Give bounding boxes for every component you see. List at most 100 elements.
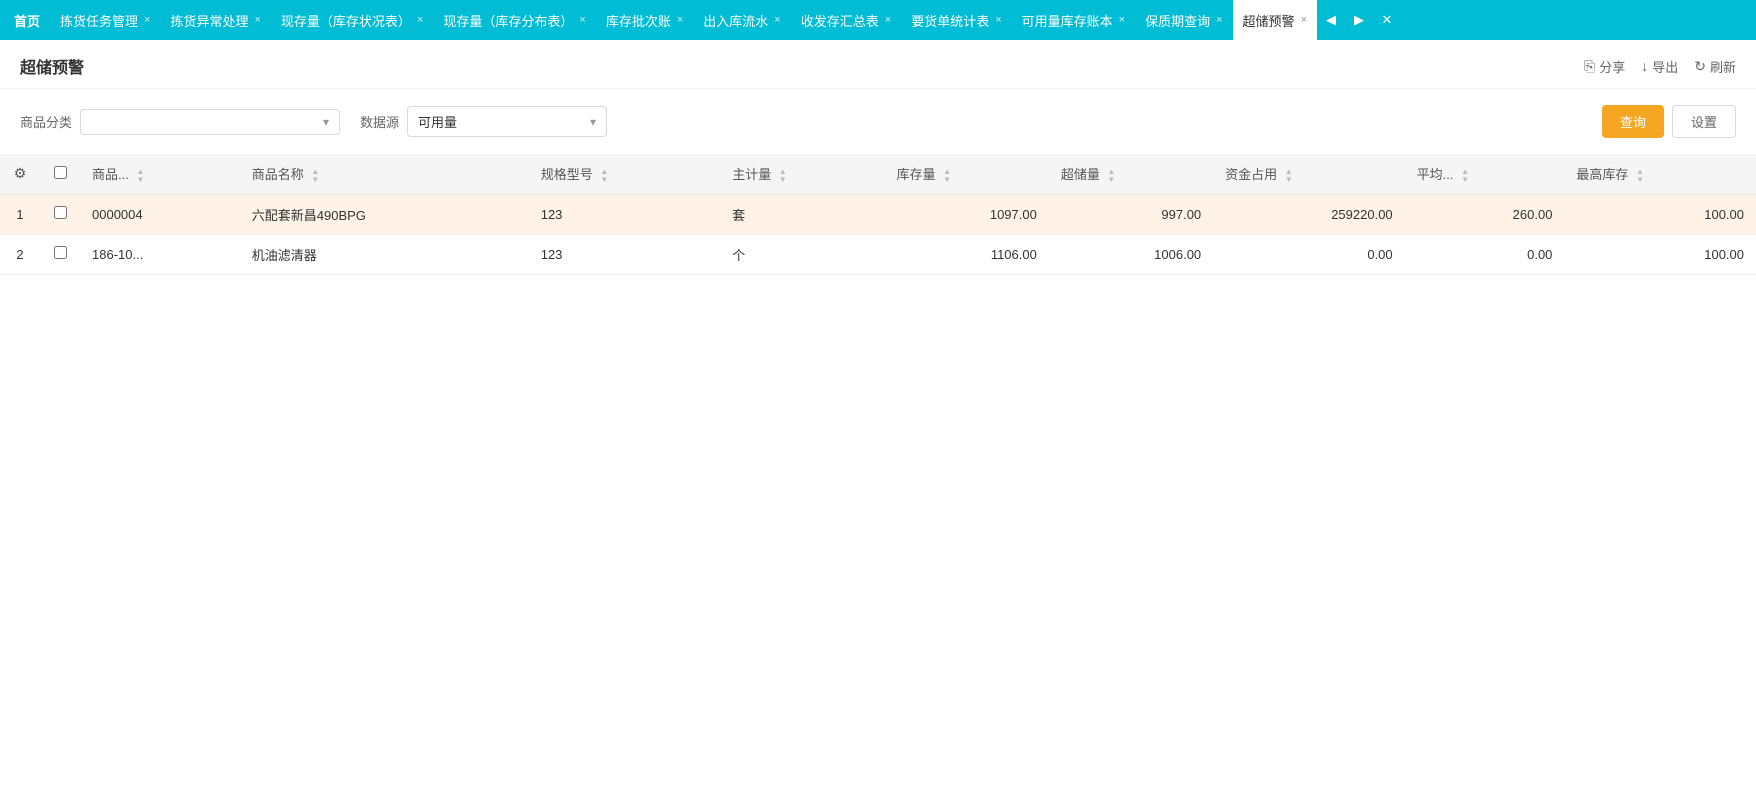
col-unit[interactable]: 主计量 ▲▼ bbox=[720, 154, 884, 194]
row-checkbox[interactable] bbox=[54, 246, 67, 259]
row-avg: 0.00 bbox=[1405, 234, 1565, 274]
row-stock: 1097.00 bbox=[885, 194, 1049, 234]
nav-io-flow[interactable]: 出入库流水 × bbox=[693, 0, 790, 40]
col-maxstock[interactable]: 最高库存 ▲▼ bbox=[1564, 154, 1756, 194]
close-icon[interactable]: × bbox=[1301, 14, 1307, 26]
sort-icon: ▲▼ bbox=[600, 168, 608, 184]
datasource-label: 数据源 bbox=[360, 112, 399, 131]
row-unit: 套 bbox=[720, 194, 884, 234]
close-icon[interactable]: × bbox=[1119, 14, 1125, 26]
close-icon[interactable]: × bbox=[677, 14, 683, 26]
sort-icon: ▲▼ bbox=[1636, 168, 1644, 184]
sort-icon: ▲▼ bbox=[779, 168, 787, 184]
row-gear-cell: 1 bbox=[0, 194, 40, 234]
nav-stock-dist[interactable]: 现存量（库存分布表） × bbox=[433, 0, 595, 40]
data-table: ⚙ 商品... ▲▼ 商品名称 ▲▼ 规格型号 ▲▼ bbox=[0, 154, 1756, 275]
share-icon: ⎘ bbox=[1584, 58, 1595, 75]
close-icon[interactable]: × bbox=[417, 14, 423, 26]
row-spec: 123 bbox=[529, 234, 721, 274]
gear-icon[interactable]: ⚙ bbox=[14, 165, 27, 181]
sort-icon: ▲▼ bbox=[943, 168, 951, 184]
datasource-filter-group: 数据源 可用量 ▾ bbox=[360, 106, 607, 137]
nav-exception[interactable]: 拣货异常处理 × bbox=[160, 0, 270, 40]
table-row: 2 186-10... 机油滤清器 123 个 1106.00 1006.00 … bbox=[0, 234, 1756, 274]
datasource-value: 可用量 bbox=[418, 112, 457, 131]
row-stock: 1106.00 bbox=[885, 234, 1049, 274]
settings-button[interactable]: 设置 bbox=[1672, 105, 1736, 138]
chevron-down-icon: ▾ bbox=[323, 115, 329, 129]
row-name: 六配套新昌490BPG bbox=[240, 194, 529, 234]
row-code: 186-10... bbox=[80, 234, 240, 274]
nav-prev-arrow[interactable]: ◀ bbox=[1317, 0, 1345, 40]
sort-icon: ▲▼ bbox=[1107, 168, 1115, 184]
col-overstock[interactable]: 超储量 ▲▼ bbox=[1049, 154, 1213, 194]
category-filter-group: 商品分类 ▾ bbox=[20, 109, 340, 135]
row-overstock: 1006.00 bbox=[1049, 234, 1213, 274]
close-icon[interactable]: × bbox=[995, 14, 1001, 26]
row-num-cell bbox=[40, 234, 80, 274]
row-unit: 个 bbox=[720, 234, 884, 274]
refresh-icon: ↻ bbox=[1694, 58, 1706, 75]
table-body: 1 0000004 六配套新昌490BPG 123 套 1097.00 997.… bbox=[0, 194, 1756, 274]
row-maxstock: 100.00 bbox=[1564, 194, 1756, 234]
col-num bbox=[40, 154, 80, 194]
nav-close-all[interactable]: ✕ bbox=[1373, 0, 1401, 40]
nav-home[interactable]: 首页 bbox=[4, 0, 50, 40]
col-gear: ⚙ bbox=[0, 154, 40, 194]
filter-area: 商品分类 ▾ 数据源 可用量 ▾ 查询 设置 bbox=[0, 89, 1756, 154]
table-wrap: ⚙ 商品... ▲▼ 商品名称 ▲▼ 规格型号 ▲▼ bbox=[0, 154, 1756, 275]
nav-batch-ledger[interactable]: 库存批次账 × bbox=[596, 0, 693, 40]
sort-icon: ▲▼ bbox=[311, 168, 319, 184]
col-stock[interactable]: 库存量 ▲▼ bbox=[885, 154, 1049, 194]
sort-icon: ▲▼ bbox=[136, 168, 144, 184]
close-icon[interactable]: × bbox=[1216, 14, 1222, 26]
col-code[interactable]: 商品... ▲▼ bbox=[80, 154, 240, 194]
category-label: 商品分类 bbox=[20, 112, 72, 131]
row-num-cell bbox=[40, 194, 80, 234]
refresh-button[interactable]: ↻ 刷新 bbox=[1694, 57, 1736, 76]
row-avg: 260.00 bbox=[1405, 194, 1565, 234]
export-icon: ↓ bbox=[1641, 58, 1648, 74]
row-checkbox[interactable] bbox=[54, 206, 67, 219]
query-button[interactable]: 查询 bbox=[1602, 105, 1664, 138]
row-overstock: 997.00 bbox=[1049, 194, 1213, 234]
close-icon[interactable]: × bbox=[254, 14, 260, 26]
page-title: 超储预警 bbox=[20, 54, 84, 78]
col-capital[interactable]: 资金占用 ▲▼ bbox=[1213, 154, 1405, 194]
col-avg[interactable]: 平均... ▲▼ bbox=[1405, 154, 1565, 194]
export-button[interactable]: ↓ 导出 bbox=[1641, 57, 1678, 76]
row-capital: 0.00 bbox=[1213, 234, 1405, 274]
close-icon[interactable]: × bbox=[885, 14, 891, 26]
sort-icon: ▲▼ bbox=[1461, 168, 1469, 184]
datasource-select[interactable]: 可用量 ▾ bbox=[407, 106, 607, 137]
category-select[interactable]: ▾ bbox=[80, 109, 340, 135]
row-spec: 123 bbox=[529, 194, 721, 234]
nav-stock-status[interactable]: 现存量（库存状况表） × bbox=[271, 0, 433, 40]
nav-summary[interactable]: 收发存汇总表 × bbox=[791, 0, 901, 40]
nav-expiry[interactable]: 保质期查询 × bbox=[1135, 0, 1232, 40]
row-gear-cell: 2 bbox=[0, 234, 40, 274]
col-name[interactable]: 商品名称 ▲▼ bbox=[240, 154, 529, 194]
nav-order-stat[interactable]: 要货单统计表 × bbox=[901, 0, 1011, 40]
row-code: 0000004 bbox=[80, 194, 240, 234]
page-content: 超储预警 ⎘ 分享 ↓ 导出 ↻ 刷新 商品分类 ▾ 数据源 bbox=[0, 40, 1756, 800]
share-button[interactable]: ⎘ 分享 bbox=[1584, 57, 1625, 76]
nav-avail-ledger[interactable]: 可用量库存账本 × bbox=[1012, 0, 1135, 40]
page-header: 超储预警 ⎘ 分享 ↓ 导出 ↻ 刷新 bbox=[0, 40, 1756, 89]
select-all-checkbox[interactable] bbox=[54, 166, 67, 179]
row-maxstock: 100.00 bbox=[1564, 234, 1756, 274]
filter-buttons: 查询 设置 bbox=[1602, 105, 1736, 138]
close-icon[interactable]: × bbox=[144, 14, 150, 26]
row-capital: 259220.00 bbox=[1213, 194, 1405, 234]
nav-next-arrow[interactable]: ▶ bbox=[1345, 0, 1373, 40]
nav-task-mgmt[interactable]: 拣货任务管理 × bbox=[50, 0, 160, 40]
table-header-row: ⚙ 商品... ▲▼ 商品名称 ▲▼ 规格型号 ▲▼ bbox=[0, 154, 1756, 194]
chevron-down-icon: ▾ bbox=[590, 115, 596, 129]
header-actions: ⎘ 分享 ↓ 导出 ↻ 刷新 bbox=[1584, 57, 1736, 76]
close-icon[interactable]: × bbox=[774, 14, 780, 26]
close-icon[interactable]: × bbox=[579, 14, 585, 26]
row-name: 机油滤清器 bbox=[240, 234, 529, 274]
nav-overstock[interactable]: 超储预警 × bbox=[1233, 0, 1317, 40]
col-spec[interactable]: 规格型号 ▲▼ bbox=[529, 154, 721, 194]
nav-bar: 首页 拣货任务管理 × 拣货异常处理 × 现存量（库存状况表） × 现存量（库存… bbox=[0, 0, 1756, 40]
